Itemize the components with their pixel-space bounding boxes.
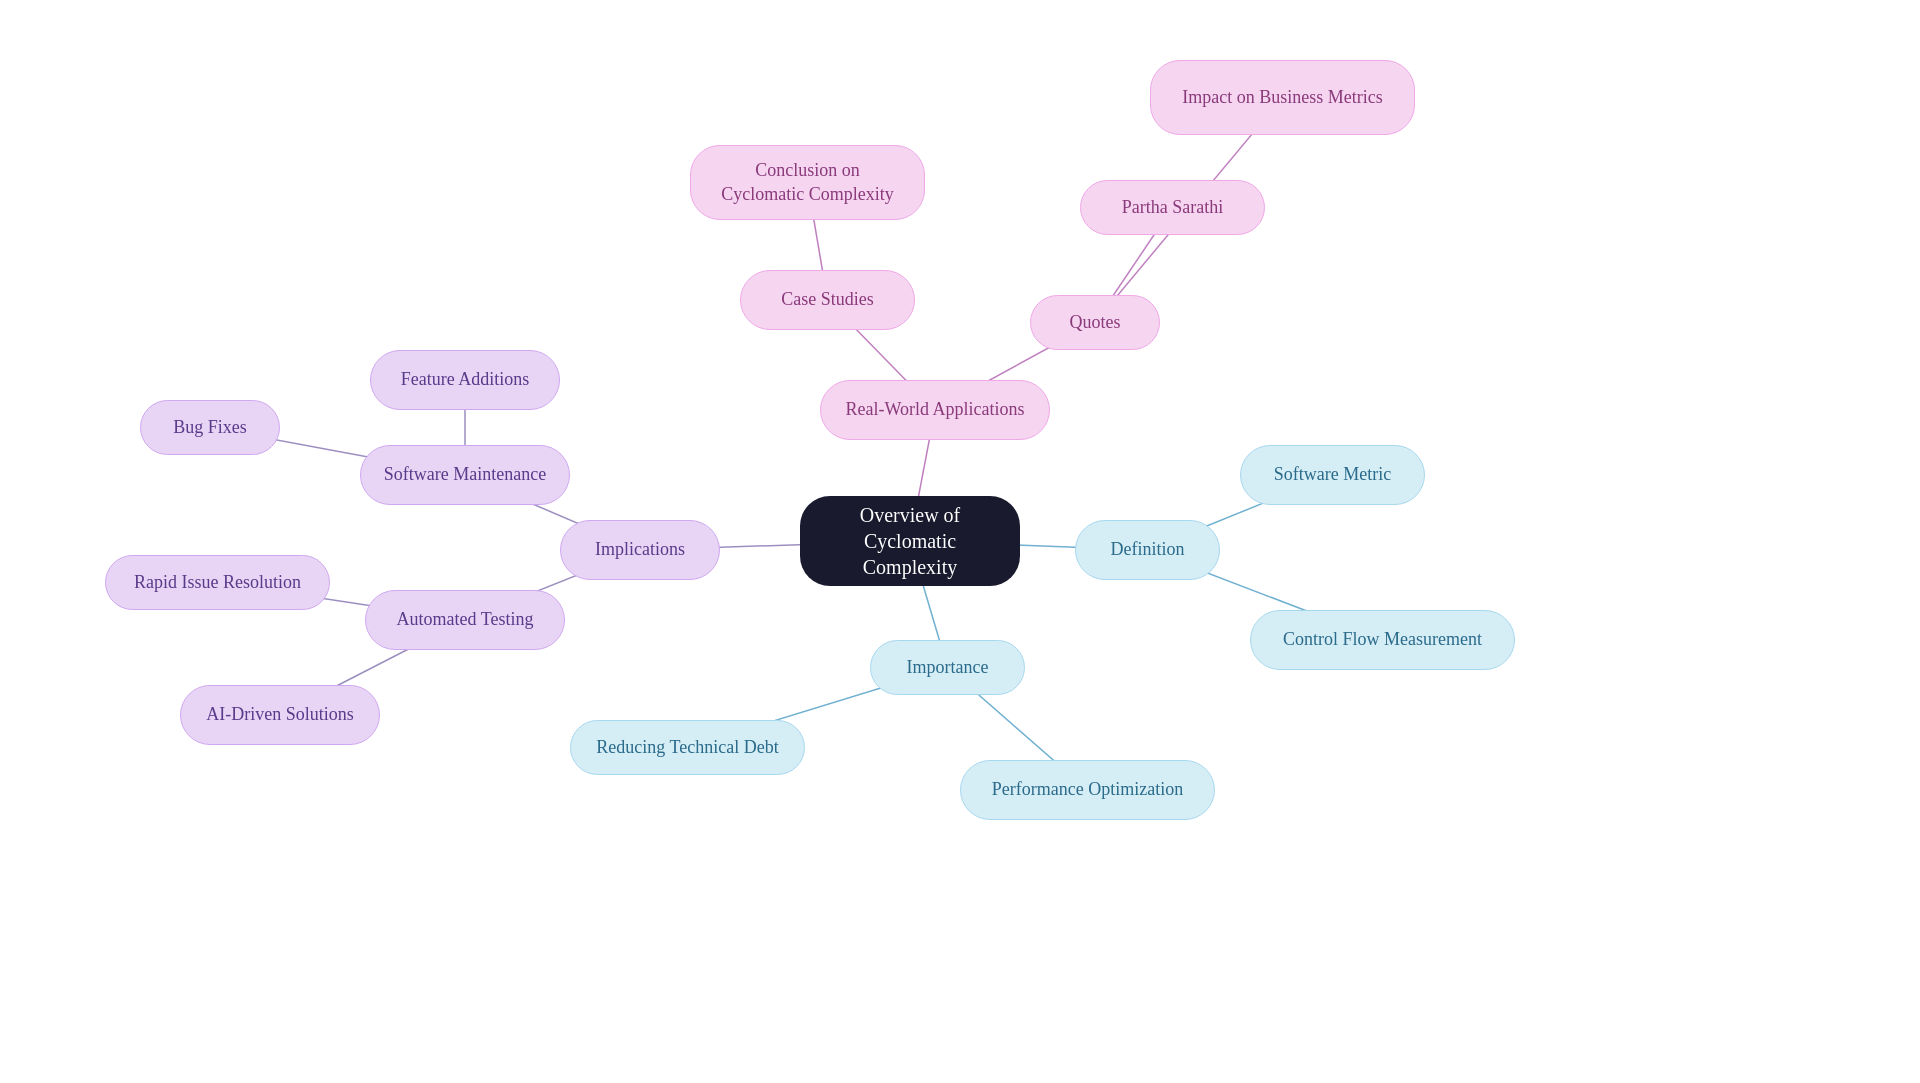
reducing-debt-node: Reducing Technical Debt	[570, 720, 805, 775]
real-world-node: Real-World Applications	[820, 380, 1050, 440]
quotes-node: Quotes	[1030, 295, 1160, 350]
performance-node: Performance Optimization	[960, 760, 1215, 820]
case-studies-node: Case Studies	[740, 270, 915, 330]
rapid-issue-node: Rapid Issue Resolution	[105, 555, 330, 610]
impact-node: Impact on Business Metrics	[1150, 60, 1415, 135]
importance-node: Importance	[870, 640, 1025, 695]
ai-driven-node: AI-Driven Solutions	[180, 685, 380, 745]
conclusion-node: Conclusion on Cyclomatic Complexity	[690, 145, 925, 220]
software-maintenance-node: Software Maintenance	[360, 445, 570, 505]
bug-fixes-node: Bug Fixes	[140, 400, 280, 455]
definition-node: Definition	[1075, 520, 1220, 580]
software-metric-node: Software Metric	[1240, 445, 1425, 505]
center-node: Overview of Cyclomatic Complexity	[800, 496, 1020, 586]
implications-node: Implications	[560, 520, 720, 580]
control-flow-node: Control Flow Measurement	[1250, 610, 1515, 670]
automated-testing-node: Automated Testing	[365, 590, 565, 650]
partha-node: Partha Sarathi	[1080, 180, 1265, 235]
feature-additions-node: Feature Additions	[370, 350, 560, 410]
